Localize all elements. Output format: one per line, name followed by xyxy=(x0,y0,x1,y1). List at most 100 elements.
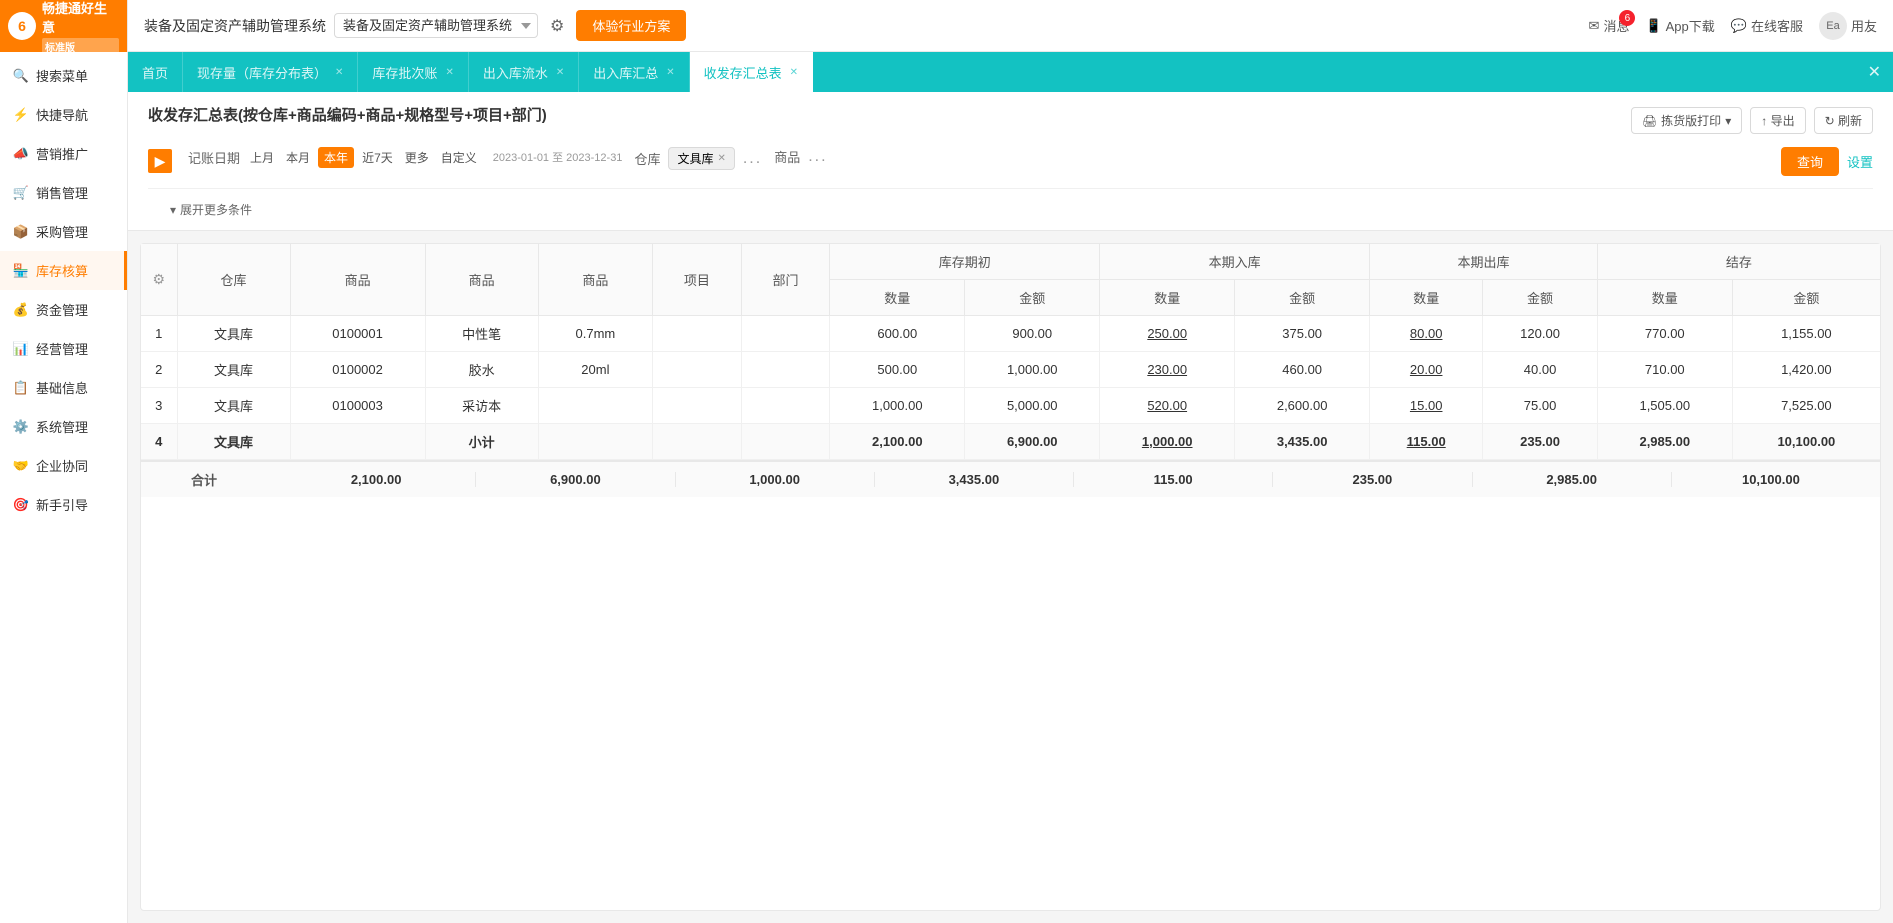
sidebar-item-quicknav[interactable]: ⚡ 快捷导航 xyxy=(0,95,127,134)
goods-more-dots[interactable]: ... xyxy=(808,148,827,166)
date-btn-this-year[interactable]: 本年 xyxy=(318,147,354,168)
tabs-bar: 首页 现存量（库存分布表） ✕ 库存批次账 ✕ 出入库流水 ✕ 出入库汇总 ✕ … xyxy=(128,52,1893,92)
filter-actions: 查询 设置 xyxy=(1781,147,1873,176)
tab-home[interactable]: 首页 xyxy=(128,52,183,92)
cell-goods-spec xyxy=(538,388,652,424)
cell-in-qty-link[interactable]: 1,000.00 xyxy=(1142,434,1193,449)
header-settings-button[interactable]: ⚙ xyxy=(546,12,568,40)
tab-close-in-out-flow[interactable]: ✕ xyxy=(556,67,564,78)
filter-row: 记账日期 上月 本月 本年 近7天 更多 自定义 2023-01-01 至 20… xyxy=(188,147,1873,176)
sidebar-item-finance[interactable]: 💰 资金管理 xyxy=(0,290,127,329)
app-download-action[interactable]: 📱 App下载 xyxy=(1645,16,1714,35)
tab-batch-account[interactable]: 库存批次账 ✕ xyxy=(358,52,468,92)
sidebar-logo: 6 畅捷通好生意 标准版 xyxy=(0,0,127,52)
tab-stock-distribution[interactable]: 现存量（库存分布表） ✕ xyxy=(183,52,358,92)
cell-in-qty-link[interactable]: 250.00 xyxy=(1147,326,1187,341)
sidebar-item-management[interactable]: 📊 经营管理 xyxy=(0,329,127,368)
cell-goods-spec xyxy=(538,424,652,460)
cell-in-qty: 250.00 xyxy=(1100,316,1235,352)
tab-close-in-out-summary[interactable]: ✕ xyxy=(666,67,674,78)
msg-action[interactable]: ✉ 消息 6 xyxy=(1589,16,1630,35)
warehouse-tag-close[interactable]: ✕ xyxy=(717,153,725,164)
footer-values: 2,100.00 6,900.00 1,000.00 3,435.00 115.… xyxy=(277,472,1870,487)
sidebar-item-purchase[interactable]: 📦 采购管理 xyxy=(0,212,127,251)
cell-in-qty: 520.00 xyxy=(1100,388,1235,424)
refresh-icon: ↻ xyxy=(1825,114,1835,128)
system-select[interactable]: 装备及固定资产辅助管理系统 xyxy=(334,13,538,38)
cell-goods-name: 中性笔 xyxy=(425,316,538,352)
cell-no: 4 xyxy=(141,424,177,460)
date-btn-more[interactable]: 更多 xyxy=(401,147,433,168)
cell-out-qty-link[interactable]: 15.00 xyxy=(1410,398,1443,413)
date-btn-7days[interactable]: 近7天 xyxy=(358,147,397,168)
cell-project xyxy=(653,424,742,460)
cell-in-qty-link[interactable]: 230.00 xyxy=(1147,362,1187,377)
content-area: 收发存汇总表(按仓库+商品编码+商品+规格型号+项目+部门) 🖨 拣货版打印 ▾… xyxy=(128,92,1893,923)
management-icon: 📊 xyxy=(12,340,30,358)
warehouse-filter-group: 仓库 文具库 ✕ ... xyxy=(634,147,762,170)
warehouse-more-dots[interactable]: ... xyxy=(743,150,762,168)
cell-out-amt: 120.00 xyxy=(1483,316,1598,352)
print-button[interactable]: 🖨 拣货版打印 ▾ xyxy=(1631,107,1742,134)
cell-in-qty: 1,000.00 xyxy=(1100,424,1235,460)
date-btn-custom[interactable]: 自定义 xyxy=(437,147,481,168)
user-action[interactable]: Ea 用友 xyxy=(1819,12,1877,40)
th-in-qty: 数量 xyxy=(1100,280,1235,316)
trial-button[interactable]: 体验行业方案 xyxy=(576,10,686,41)
tab-recv-send-summary[interactable]: 收发存汇总表 ✕ xyxy=(690,52,813,92)
sidebar-item-system[interactable]: ⚙️ 系统管理 xyxy=(0,407,127,446)
search-icon: 🔍 xyxy=(12,67,30,85)
sidebar-item-search[interactable]: 🔍 搜索菜单 xyxy=(0,56,127,95)
date-btn-last-month[interactable]: 上月 xyxy=(246,147,278,168)
cell-goods-code: 0100002 xyxy=(290,352,425,388)
cell-dept xyxy=(741,352,830,388)
online-service-action[interactable]: 💬 在线客服 xyxy=(1731,16,1803,35)
page-actions: 🖨 拣货版打印 ▾ ↑ 导出 ↻ 刷新 xyxy=(1631,107,1873,134)
sidebar-item-inventory[interactable]: 🏪 库存核算 xyxy=(0,251,127,290)
sidebar-item-sales[interactable]: 🛒 销售管理 xyxy=(0,173,127,212)
filter-area: ▶ 记账日期 上月 本月 本年 近7天 更多 自定义 xyxy=(148,147,1873,188)
sidebar-item-marketing[interactable]: 📣 营销推广 xyxy=(0,134,127,173)
cell-in-qty-link[interactable]: 520.00 xyxy=(1147,398,1187,413)
footer-bal-qty: 2,985.00 xyxy=(1473,472,1672,487)
th-opening-group: 库存期初 xyxy=(830,244,1100,280)
sidebar-item-guide[interactable]: 🎯 新手引导 xyxy=(0,485,127,524)
refresh-button[interactable]: ↻ 刷新 xyxy=(1814,107,1873,134)
cell-goods-code xyxy=(290,424,425,460)
cell-bal-amt: 7,525.00 xyxy=(1732,388,1880,424)
cell-in-amt: 2,600.00 xyxy=(1235,388,1370,424)
th-bal-qty: 数量 xyxy=(1597,280,1732,316)
filter-settings-button[interactable]: 设置 xyxy=(1847,147,1873,176)
warehouse-label: 仓库 xyxy=(634,149,660,168)
table-settings-icon[interactable]: ⚙ xyxy=(152,271,165,287)
query-button[interactable]: 查询 xyxy=(1781,147,1839,176)
th-dept: 部门 xyxy=(741,244,830,316)
tab-close-batch-account[interactable]: ✕ xyxy=(445,67,453,78)
system-icon: ⚙️ xyxy=(12,418,30,436)
footer-out-amt: 235.00 xyxy=(1273,472,1472,487)
tab-in-out-summary[interactable]: 出入库汇总 ✕ xyxy=(579,52,689,92)
marketing-icon: 📣 xyxy=(12,145,30,163)
cell-in-qty: 230.00 xyxy=(1100,352,1235,388)
tabs-close-all[interactable]: ✕ xyxy=(1856,62,1893,82)
export-button[interactable]: ↑ 导出 xyxy=(1750,107,1805,134)
cell-out-qty-link[interactable]: 20.00 xyxy=(1410,362,1443,377)
cell-open-qty: 1,000.00 xyxy=(830,388,965,424)
tab-in-out-flow[interactable]: 出入库流水 ✕ xyxy=(469,52,579,92)
cell-out-qty-link[interactable]: 80.00 xyxy=(1410,326,1443,341)
filter-toggle-button[interactable]: ▶ xyxy=(148,149,172,173)
guide-icon: 🎯 xyxy=(12,496,30,514)
cell-open-qty: 2,100.00 xyxy=(830,424,965,460)
date-btn-this-month[interactable]: 本月 xyxy=(282,147,314,168)
cell-out-qty-link[interactable]: 115.00 xyxy=(1407,434,1446,449)
cell-open-amt: 6,900.00 xyxy=(965,424,1100,460)
tab-close-stock-distribution[interactable]: ✕ xyxy=(335,67,343,78)
sidebar-item-enterprise[interactable]: 🤝 企业协同 xyxy=(0,446,127,485)
inventory-icon: 🏪 xyxy=(12,262,30,280)
goods-filter-group: 商品 ... xyxy=(774,147,827,166)
cell-project xyxy=(653,352,742,388)
expand-conditions-button[interactable]: ▾ 展开更多条件 xyxy=(154,195,268,224)
th-goods-spec: 商品 xyxy=(538,244,652,316)
sidebar-item-basic[interactable]: 📋 基础信息 xyxy=(0,368,127,407)
tab-close-recv-send-summary[interactable]: ✕ xyxy=(790,67,798,78)
